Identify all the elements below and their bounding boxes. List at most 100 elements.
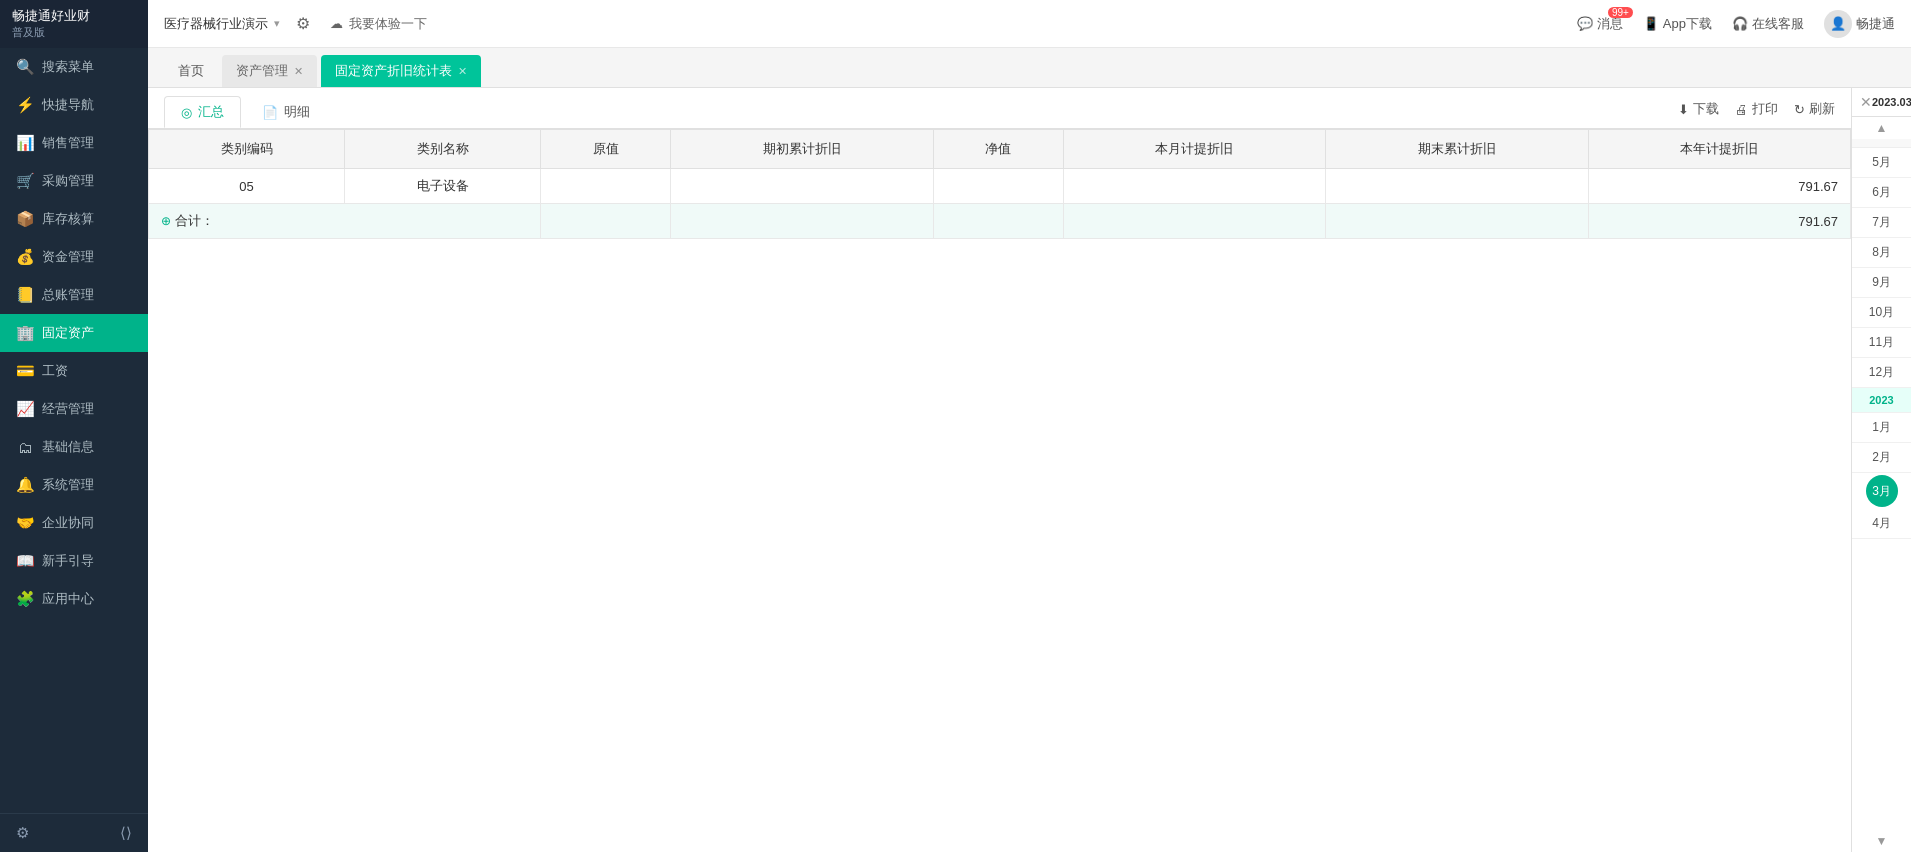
date-item-prev-11月[interactable]: 11月 (1852, 328, 1911, 358)
sidebar-item-inventory[interactable]: 📦库存核算 (0, 200, 148, 238)
total-row: ⊕合计：791.67 (149, 204, 1851, 239)
col-本月计提折旧: 本月计提折旧 (1063, 130, 1325, 169)
sidebar: 畅捷通好业财 普及版 🔍搜索菜单 ⚡ 快捷导航 📊销售管理🛒采购管理📦库存核算💰资金管… (0, 0, 148, 852)
collapse-icon[interactable]: ⟨⟩ (120, 824, 132, 842)
sidebar-item-collab[interactable]: 🤝企业协同 (0, 504, 148, 542)
sidebar-label-base-info: 基础信息 (42, 438, 94, 456)
sidebar-item-fixed-assets[interactable]: 🏢固定资产 (0, 314, 148, 352)
sidebar-item-purchase[interactable]: 🛒采购管理 (0, 162, 148, 200)
user-menu[interactable]: 👤 畅捷通 (1824, 10, 1895, 38)
date-item-prev-12月[interactable]: 12月 (1852, 358, 1911, 388)
app-download-label: App下载 (1663, 15, 1712, 33)
sidebar-bottom: ⚙ ⟨⟩ (0, 813, 148, 852)
sidebar-item-search[interactable]: 🔍搜索菜单 (0, 48, 148, 86)
total-cell-6 (1326, 204, 1588, 239)
sidebar-item-finance[interactable]: 💰资金管理 (0, 238, 148, 276)
download-icon: ⬇ (1678, 102, 1689, 117)
download-btn[interactable]: ⬇ 下载 (1678, 100, 1719, 118)
main-panel: ◎汇总📄明细 ⬇ 下载 🖨 打印 ↻ 刷新 (148, 88, 1851, 852)
sidebar-item-guide[interactable]: 📖新手引导 (0, 542, 148, 580)
tab-close-depreciation[interactable]: ✕ (458, 65, 467, 78)
date-item-prev-9月[interactable]: 9月 (1852, 268, 1911, 298)
refresh-btn[interactable]: ↻ 刷新 (1794, 100, 1835, 118)
sidebar-item-ledger[interactable]: 📒总账管理 (0, 276, 148, 314)
date-item-2023-4月[interactable]: 4月 (1852, 509, 1911, 539)
col-类别编码: 类别编码 (149, 130, 345, 169)
inventory-icon: 📦 (16, 210, 34, 228)
print-btn[interactable]: 🖨 打印 (1735, 100, 1778, 118)
guide-icon: 📖 (16, 552, 34, 570)
subtab-label-detail: 明细 (284, 103, 310, 121)
company-arrow-icon: ▾ (274, 17, 280, 30)
app-name: 畅捷通好业财 (12, 8, 90, 25)
date-item-2023-1月[interactable]: 1月 (1852, 413, 1911, 443)
col-本年计提折旧: 本年计提折旧 (1588, 130, 1850, 169)
total-cell-2 (541, 204, 671, 239)
sys-icon: 🔔 (16, 476, 34, 494)
service-icon: 🎧 (1732, 16, 1748, 31)
content-area: ◎汇总📄明细 ⬇ 下载 🖨 打印 ↻ 刷新 (148, 88, 1911, 852)
refresh-label: 刷新 (1809, 100, 1835, 118)
settings-icon[interactable]: ⚙ (16, 824, 29, 842)
sidebar-item-base-info[interactable]: 🗂基础信息 (0, 428, 148, 466)
date-list: 5月6月7月8月9月10月11月12月20231月2月3月4月 (1852, 139, 1911, 830)
cell-1: 电子设备 (345, 169, 541, 204)
sidebar-item-sales[interactable]: 📊销售管理 (0, 124, 148, 162)
sidebar-item-sys[interactable]: 🔔 系统管理 (0, 466, 148, 504)
cell-7: 791.67 (1588, 169, 1850, 204)
finance-icon: 💰 (16, 248, 34, 266)
tab-label-depreciation: 固定资产折旧统计表 (335, 62, 452, 80)
subtab-summary[interactable]: ◎汇总 (164, 96, 241, 128)
avatar-icon: 👤 (1830, 16, 1846, 31)
subtab-detail[interactable]: 📄明细 (245, 96, 327, 128)
tab-close-asset-mgmt[interactable]: ✕ (294, 65, 303, 78)
cell-6 (1326, 169, 1588, 204)
year-2023-marker: 2023 (1852, 388, 1911, 413)
app-center-icon: 🧩 (16, 590, 34, 608)
date-scroll-down[interactable]: ▼ (1852, 830, 1911, 852)
company-selector[interactable]: 医疗器械行业演示 ▾ (164, 15, 280, 33)
date-item-prev-10月[interactable]: 10月 (1852, 298, 1911, 328)
purchase-icon: 🛒 (16, 172, 34, 190)
sidebar-item-app-center[interactable]: 🧩 应用中心 (0, 580, 148, 618)
date-scroll-up[interactable]: ▲ (1852, 117, 1911, 139)
total-cell-0: ⊕ 合计： (149, 204, 541, 239)
tab-asset-mgmt[interactable]: 资产管理✕ (222, 55, 317, 87)
sidebar-logo: 畅捷通好业财 普及版 (0, 0, 148, 48)
main-content: 医疗器械行业演示 ▾ ⚙ ☁ 我要体验一下 💬 消息 99+ 📱 App下载 🎧… (148, 0, 1911, 852)
sidebar-label-payroll: 工资 (42, 362, 68, 380)
experience-btn[interactable]: ☁ 我要体验一下 (330, 15, 427, 33)
date-item-2023-2月[interactable]: 2月 (1852, 443, 1911, 473)
sidebar-item-ops[interactable]: 📈经营管理 (0, 390, 148, 428)
sidebar-label-sys: 系统管理 (42, 476, 94, 494)
app-download-btn[interactable]: 📱 App下载 (1643, 15, 1712, 33)
print-label: 打印 (1752, 100, 1778, 118)
refresh-icon: ↻ (1794, 102, 1805, 117)
fixed-assets-icon: 🏢 (16, 324, 34, 342)
message-icon: 💬 (1577, 16, 1593, 31)
date-item-prev-8月[interactable]: 8月 (1852, 238, 1911, 268)
sidebar-nav: 🔍搜索菜单 ⚡ 快捷导航 📊销售管理🛒采购管理📦库存核算💰资金管理📒总账管理🏢固定资产… (0, 48, 148, 813)
sidebar-label-app-center: 应用中心 (42, 590, 94, 608)
sidebar-label-quick-nav: 快捷导航 (42, 96, 94, 114)
total-label: 合计： (175, 213, 214, 228)
date-panel-close-icon[interactable]: ✕ (1860, 94, 1872, 110)
user-name: 畅捷通 (1856, 15, 1895, 33)
date-item-prev-5月[interactable]: 5月 (1852, 148, 1911, 178)
topbar-settings-icon[interactable]: ⚙ (296, 14, 310, 33)
date-item-prev-6月[interactable]: 6月 (1852, 178, 1911, 208)
sidebar-item-payroll[interactable]: 💳工资 (0, 352, 148, 390)
ledger-icon: 📒 (16, 286, 34, 304)
tab-home[interactable]: 首页 (164, 55, 218, 87)
quick-nav-icon: ⚡ (16, 96, 34, 114)
sidebar-item-quick-nav[interactable]: ⚡ 快捷导航 (0, 86, 148, 124)
message-btn[interactable]: 💬 消息 99+ (1577, 15, 1623, 33)
print-icon: 🖨 (1735, 102, 1748, 117)
cell-2 (541, 169, 671, 204)
customer-service-label: 在线客服 (1752, 15, 1804, 33)
date-item-2023-3月[interactable]: 3月 (1866, 475, 1898, 507)
customer-service-btn[interactable]: 🎧 在线客服 (1732, 15, 1804, 33)
total-icon: ⊕ (161, 214, 171, 228)
tab-depreciation[interactable]: 固定资产折旧统计表 ✕ (321, 55, 481, 87)
date-item-prev-7月[interactable]: 7月 (1852, 208, 1911, 238)
